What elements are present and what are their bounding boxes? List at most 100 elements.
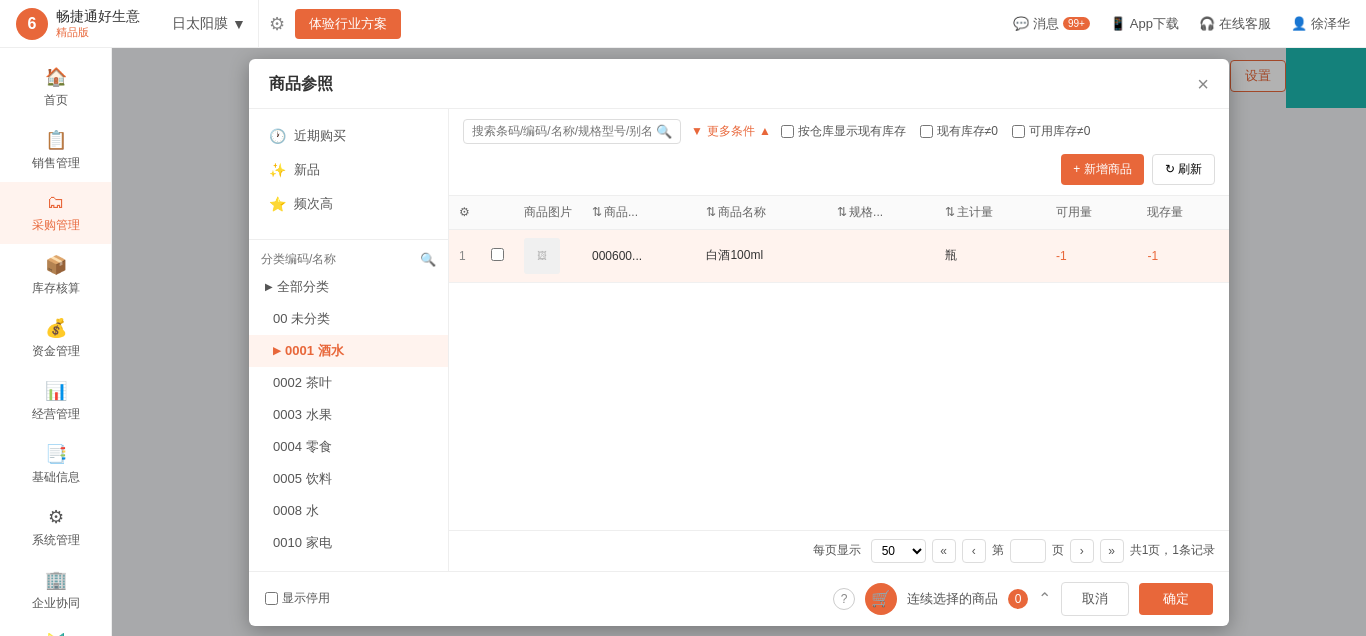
row-name-cell: 白酒100ml	[696, 229, 827, 282]
cat-uncategorized[interactable]: 00 未分类	[249, 303, 448, 335]
cart-icon[interactable]: 🛒	[865, 583, 897, 615]
product-reference-modal: 商品参照 × 🕐 近期购买 ✨	[249, 59, 1229, 626]
sidebar-item-inventory[interactable]: 📦 库存核算	[0, 244, 111, 307]
cancel-btn[interactable]: 取消	[1061, 582, 1129, 616]
cat-wine[interactable]: ▶ 0001 酒水	[249, 335, 448, 367]
messages-nav-item[interactable]: 💬 消息 99+	[1013, 15, 1090, 33]
product-table: ⚙ 商品图片	[449, 196, 1229, 283]
online-service-item[interactable]: 🎧 在线客服	[1199, 15, 1271, 33]
pagination-bar: 每页显示 20 50 100 « ‹ 第 1 页 ›	[449, 530, 1229, 571]
sidebar-item-purchase[interactable]: 🗂 采购管理	[0, 182, 111, 244]
show-disabled-checkbox[interactable]: 显示停用	[265, 590, 330, 607]
warehouse-display-checkbox[interactable]: 按仓库显示现有库存	[781, 123, 906, 140]
filter-checkboxes: 按仓库显示现有库存 现有库存≠0 可用库存≠0	[781, 123, 1091, 140]
collapse-icon[interactable]: ⌃	[1038, 589, 1051, 608]
search-icon[interactable]: 🔍	[420, 252, 436, 267]
modal-body: 🕐 近期购买 ✨ 新品 ⭐ 频次高	[249, 109, 1229, 571]
cat-drink[interactable]: 0005 饮料	[249, 463, 448, 495]
image-icon: 🖼	[537, 250, 547, 261]
page-number-input[interactable]: 1	[1010, 539, 1046, 563]
row-code-cell: 000600...	[582, 229, 696, 282]
modal-left-panel: 🕐 近期购买 ✨ 新品 ⭐ 频次高	[249, 109, 449, 571]
col-available[interactable]: 可用量	[1046, 196, 1137, 230]
sort-icon: ⇅	[837, 205, 847, 219]
gear-button[interactable]: ⚙	[269, 13, 285, 35]
quick-high-frequency[interactable]: ⭐ 频次高	[261, 189, 436, 219]
user-item[interactable]: 👤 徐泽华	[1291, 15, 1350, 33]
cat-appliance[interactable]: 0010 家电	[249, 527, 448, 559]
sidebar-item-sales[interactable]: 📋 销售管理	[0, 119, 111, 182]
quick-recent-purchase[interactable]: 🕐 近期购买	[261, 121, 436, 151]
stock-ne0-checkbox[interactable]: 现有库存≠0	[920, 123, 998, 140]
category-list: ▶ 全部分类 00 未分类 ▶ 0001 酒水 0002 茶	[249, 271, 448, 559]
sidebar-item-system[interactable]: ⚙ 系统管理	[0, 496, 111, 559]
prev-page-btn[interactable]: ‹	[962, 539, 986, 563]
product-search-input[interactable]	[472, 124, 652, 138]
cat-snack[interactable]: 0004 零食	[249, 431, 448, 463]
logo-area: 6 畅捷通好生意 精品版	[16, 7, 140, 40]
modal-overlay: 商品参照 × 🕐 近期购买 ✨	[112, 48, 1366, 636]
continuous-label: 连续选择的商品	[907, 590, 998, 608]
avail-ne0-checkbox[interactable]: 可用库存≠0	[1012, 123, 1090, 140]
first-page-btn[interactable]: «	[932, 539, 956, 563]
cat-fruit[interactable]: 0003 水果	[249, 399, 448, 431]
app-name: 畅捷通好生意	[56, 7, 140, 25]
left-divider	[249, 239, 448, 240]
product-table-area: ⚙ 商品图片	[449, 196, 1229, 530]
cat-all[interactable]: ▶ 全部分类	[249, 271, 448, 303]
modal-title: 商品参照	[269, 74, 333, 95]
sidebar-item-capital[interactable]: 💰 资金管理	[0, 307, 111, 370]
add-product-btn[interactable]: + 新增商品	[1061, 154, 1143, 185]
experience-btn[interactable]: 体验行业方案	[295, 9, 401, 39]
sidebar-item-guide[interactable]: 🔰 新手引导	[0, 622, 111, 636]
chevron-down-icon: ▼	[232, 16, 246, 32]
refresh-btn[interactable]: ↻ 刷新	[1152, 154, 1215, 185]
row-image-cell: 🖼	[514, 229, 582, 282]
category-search-input[interactable]	[261, 252, 414, 266]
sidebar-item-basic[interactable]: 📑 基础信息	[0, 433, 111, 496]
selected-count-badge: 0	[1008, 589, 1028, 609]
basic-icon: 📑	[45, 443, 67, 465]
confirm-btn[interactable]: 确定	[1139, 583, 1213, 615]
company-dropdown[interactable]: 日太阳膜 ▼	[160, 0, 259, 47]
sidebar-item-enterprise[interactable]: 🏢 企业协同	[0, 559, 111, 622]
filter-icon: ▼	[691, 124, 703, 138]
col-unit[interactable]: ⇅ 主计量	[935, 196, 1046, 230]
topnav: 6 畅捷通好生意 精品版 日太阳膜 ▼ ⚙ 体验行业方案 💬 消息 99+ 📱 …	[0, 0, 1366, 48]
per-page-select[interactable]: 20 50 100	[871, 539, 926, 563]
avail-ne0-checkbox-input[interactable]	[1012, 125, 1025, 138]
col-spec[interactable]: ⇅ 规格...	[827, 196, 935, 230]
col-code[interactable]: ⇅ 商品...	[582, 196, 696, 230]
col-name[interactable]: ⇅ 商品名称	[696, 196, 827, 230]
stock-ne0-checkbox-input[interactable]	[920, 125, 933, 138]
cat-tea[interactable]: 0002 茶叶	[249, 367, 448, 399]
show-disabled-input[interactable]	[265, 592, 278, 605]
capital-icon: 💰	[45, 317, 67, 339]
col-settings[interactable]: ⚙	[449, 196, 481, 230]
row-checkbox-cell[interactable]	[481, 229, 514, 282]
app-download-item[interactable]: 📱 App下载	[1110, 15, 1179, 33]
table-row[interactable]: 1 🖼 000600... 白酒100ml	[449, 229, 1229, 282]
cat-water[interactable]: 0008 水	[249, 495, 448, 527]
app-sub: 精品版	[56, 25, 140, 40]
filter-more-btn[interactable]: ▼ 更多条件 ▲	[691, 123, 771, 140]
next-page-btn[interactable]: ›	[1070, 539, 1094, 563]
warehouse-checkbox-input[interactable]	[781, 125, 794, 138]
row-checkbox[interactable]	[491, 248, 504, 261]
nav-right: 💬 消息 99+ 📱 App下载 🎧 在线客服 👤 徐泽华	[1013, 15, 1350, 33]
row-spec-cell	[827, 229, 935, 282]
content-area: 查询 设置 刷新 商品参照 × 🕐	[112, 48, 1366, 636]
sidebar-item-home[interactable]: 🏠 首页	[0, 56, 111, 119]
help-button[interactable]: ?	[833, 588, 855, 610]
sidebar-item-operation[interactable]: 📊 经营管理	[0, 370, 111, 433]
col-stock[interactable]: 现存量	[1137, 196, 1229, 230]
quick-new-product[interactable]: ✨ 新品	[261, 155, 436, 185]
category-search-box: 🔍	[249, 248, 448, 271]
search-icon[interactable]: 🔍	[656, 124, 672, 139]
clock-icon: 🕐	[269, 128, 286, 144]
modal-close-button[interactable]: ×	[1197, 73, 1209, 96]
messages-badge: 99+	[1063, 17, 1090, 30]
last-page-btn[interactable]: »	[1100, 539, 1124, 563]
headset-icon: 🎧	[1199, 16, 1215, 31]
footer-right-actions: ? 🛒 连续选择的商品 0 ⌃ 取消 确定	[833, 582, 1213, 616]
